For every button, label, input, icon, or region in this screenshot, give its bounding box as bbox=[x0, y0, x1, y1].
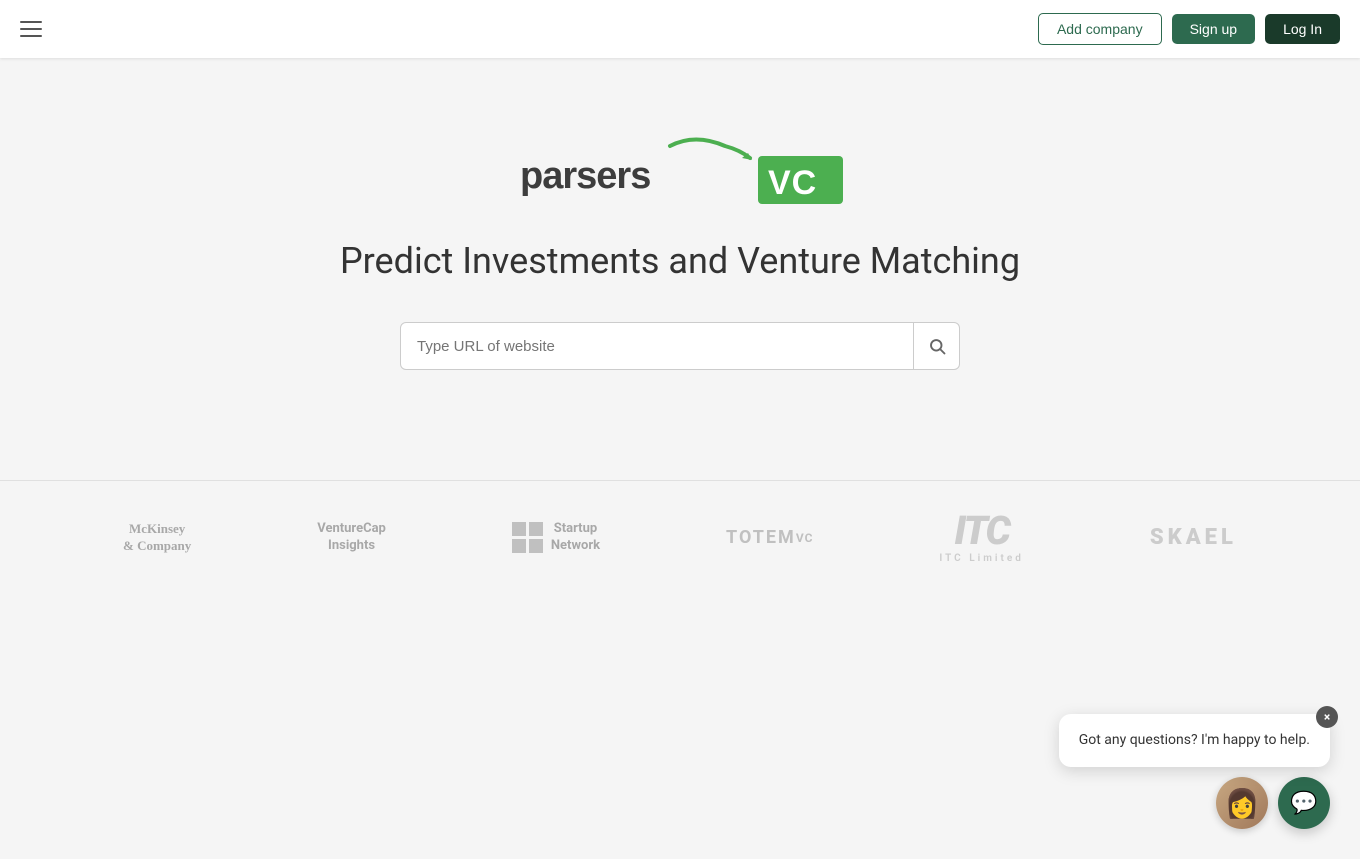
chat-widget: × Got any questions? I'm happy to help. … bbox=[1059, 714, 1330, 829]
partners-strip: McKinsey& Company VentureCapInsights Sta… bbox=[0, 480, 1360, 594]
avatar-face: 👩 bbox=[1225, 787, 1260, 820]
partner-logo-itc: ITC ITC Limited bbox=[939, 511, 1023, 564]
partner-logo-totemvc: TOTEMVC bbox=[726, 527, 813, 548]
chat-avatar-row: 👩 💬 bbox=[1216, 777, 1330, 829]
menu-icon[interactable] bbox=[20, 21, 42, 37]
svg-text:parsers: parsers bbox=[520, 155, 650, 197]
partner-logo-startup: StartupNetwork bbox=[512, 521, 600, 555]
chat-message: Got any questions? I'm happy to help. bbox=[1079, 732, 1310, 748]
logo-container: parsers VC bbox=[510, 128, 850, 212]
chat-open-button[interactable]: 💬 bbox=[1278, 777, 1330, 829]
hero-title: Predict Investments and Venture Matching bbox=[340, 240, 1020, 282]
add-company-button[interactable]: Add company bbox=[1038, 13, 1162, 45]
search-icon bbox=[928, 337, 946, 355]
header: Add company Sign up Log In bbox=[0, 0, 1360, 58]
search-input[interactable] bbox=[401, 326, 913, 367]
parsers-vc-logo: parsers VC bbox=[510, 128, 850, 208]
partner-logo-venturecap: VentureCapInsights bbox=[317, 521, 386, 555]
partner-logo-mckinsey: McKinsey& Company bbox=[123, 521, 191, 555]
chat-close-button[interactable]: × bbox=[1316, 706, 1338, 728]
signup-button[interactable]: Sign up bbox=[1172, 14, 1255, 44]
main: parsers VC Predict Investments and Ventu… bbox=[0, 0, 1360, 594]
svg-text:VC: VC bbox=[768, 164, 817, 202]
search-bar bbox=[400, 322, 960, 370]
login-button[interactable]: Log In bbox=[1265, 14, 1340, 44]
search-button[interactable] bbox=[913, 323, 959, 369]
header-right: Add company Sign up Log In bbox=[1038, 13, 1340, 45]
chat-avatar: 👩 bbox=[1216, 777, 1268, 829]
hero-section: parsers VC Predict Investments and Ventu… bbox=[0, 58, 1360, 480]
partner-logo-skael: SKAEL bbox=[1150, 525, 1237, 550]
header-left bbox=[20, 21, 42, 37]
chat-icon: 💬 bbox=[1290, 790, 1317, 816]
chat-bubble: × Got any questions? I'm happy to help. bbox=[1059, 714, 1330, 767]
